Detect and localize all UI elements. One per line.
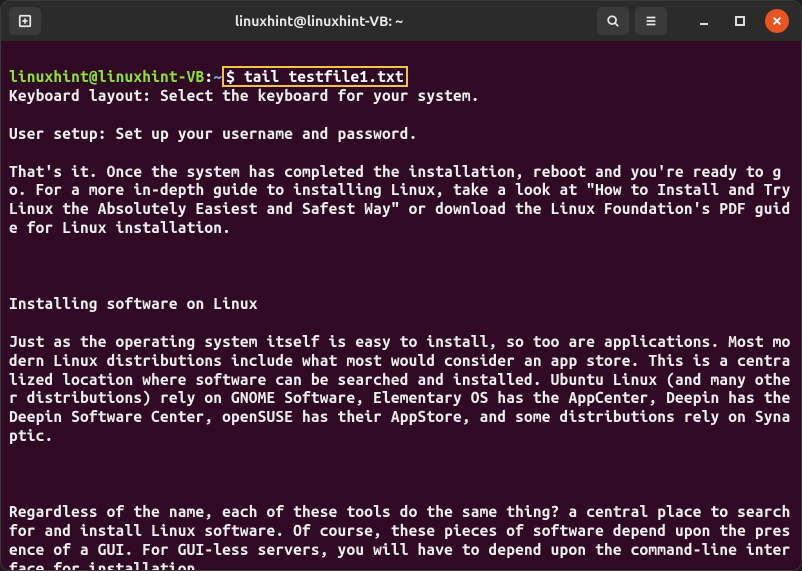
menu-button[interactable] [635,7,667,35]
new-tab-icon [18,14,32,28]
blank-line [9,465,793,484]
prompt-path: ~ [213,68,222,85]
command-highlight: $ tail testfile1.txt [222,66,408,87]
terminal-window: linuxhint@linuxhint-VB: ~ linuxhint@linu… [0,0,802,571]
command-text: tail testfile1.txt [244,68,404,85]
prompt-dollar: $ [226,68,244,85]
minimize-button[interactable] [689,7,719,35]
blank-line [9,257,793,276]
terminal-body[interactable]: linuxhint@linuxhint-VB:~$ tail testfile1… [1,41,801,570]
close-button[interactable] [765,9,789,33]
maximize-icon [734,15,746,27]
new-tab-button[interactable] [9,7,41,35]
titlebar: linuxhint@linuxhint-VB: ~ [1,1,801,41]
window-title: linuxhint@linuxhint-VB: ~ [47,13,591,29]
close-icon [772,16,782,26]
output-line: Just as the operating system itself is e… [9,333,793,446]
prompt-at: @ [89,68,98,85]
prompt-sep: : [204,68,213,85]
search-button[interactable] [597,7,629,35]
prompt-line-1: linuxhint@linuxhint-VB:~$ tail testfile1… [9,68,408,85]
minimize-icon [698,15,710,27]
hamburger-icon [644,14,658,28]
output-line: Keyboard layout: Select the keyboard for… [9,87,793,106]
output-line: User setup: Set up your username and pas… [9,125,793,144]
search-icon [606,14,620,28]
prompt-host: linuxhint-VB [98,68,205,85]
maximize-button[interactable] [725,7,755,35]
output-line: Regardless of the name, each of these to… [9,503,793,570]
output-line: That's it. Once the system has completed… [9,163,793,239]
prompt-user: linuxhint [9,68,89,85]
output-line: Installing software on Linux [9,295,793,314]
